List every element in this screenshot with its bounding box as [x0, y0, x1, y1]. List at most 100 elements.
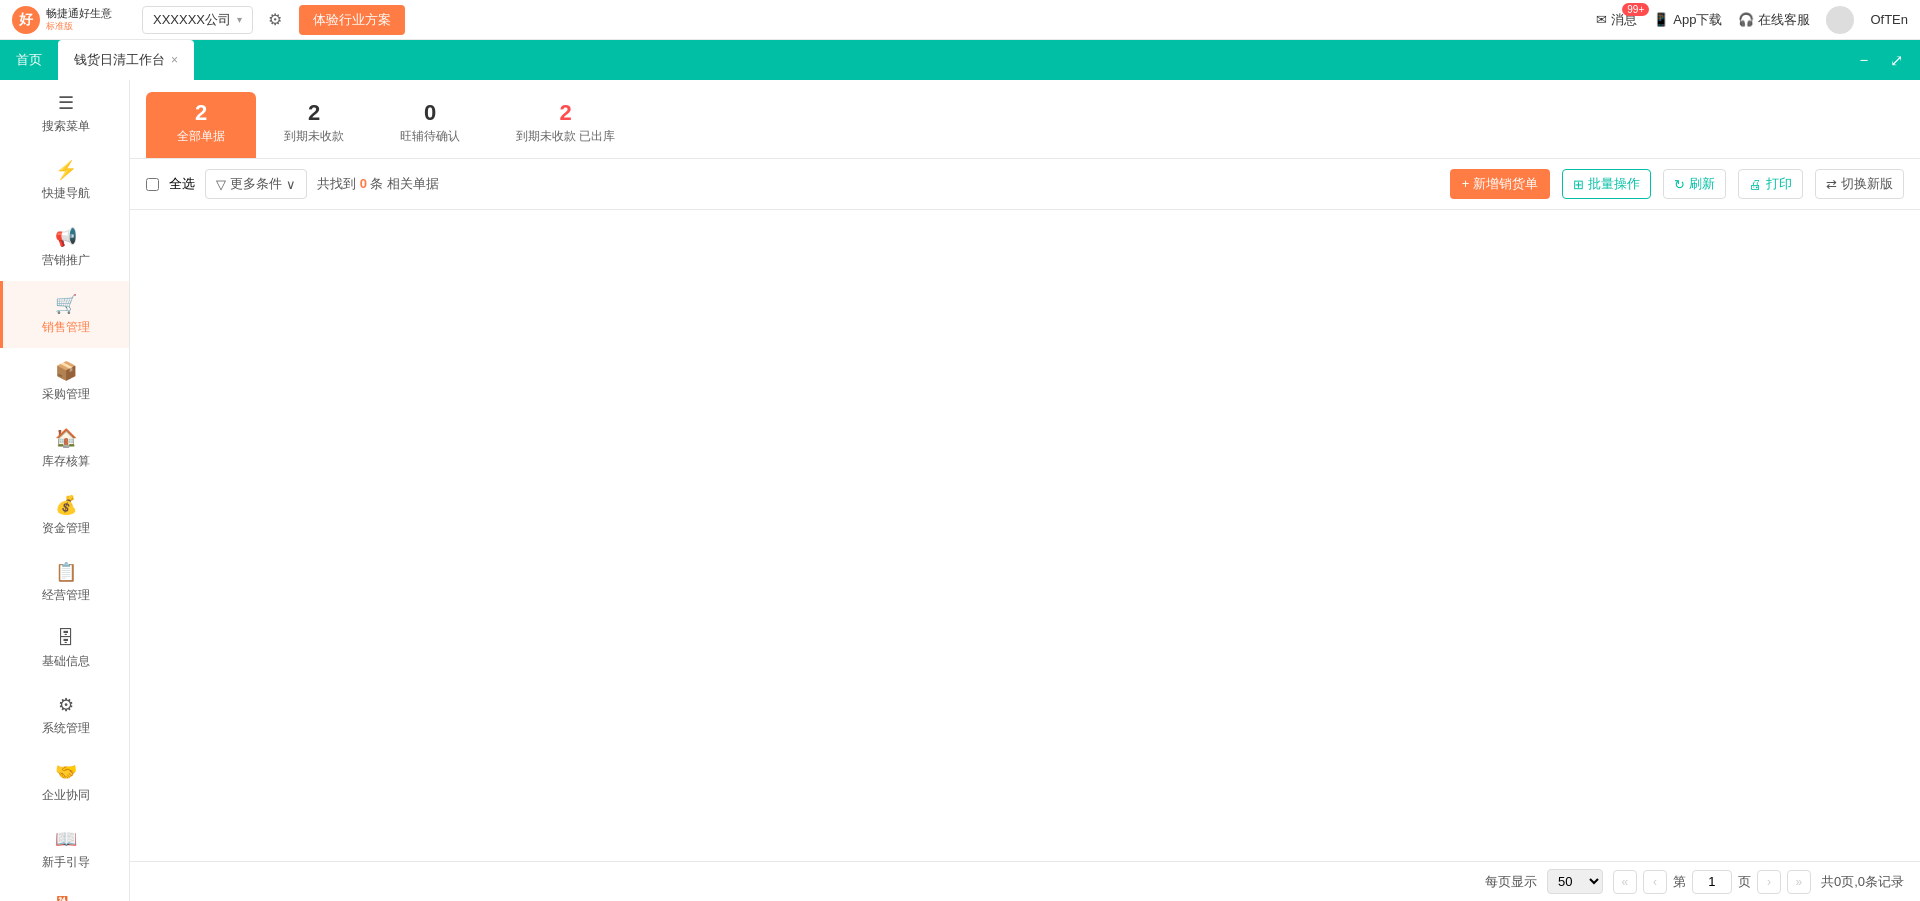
message-badge: 99+ — [1622, 3, 1649, 16]
sidebar-label-finance: 资金管理 — [42, 520, 90, 537]
system-icon: ⚙ — [58, 694, 74, 716]
sidebar-item-search-menu[interactable]: ☰ 搜索菜单 — [0, 80, 129, 147]
stat-tab-shipped[interactable]: 2 到期未收款 已出库 — [488, 92, 643, 158]
next-page-button[interactable]: › — [1757, 870, 1781, 894]
logo-text: 畅捷通好生意 标准版 — [46, 6, 112, 33]
found-num: 0 — [360, 176, 367, 191]
switch-label: 切换新版 — [1841, 175, 1893, 193]
add-order-button[interactable]: + 新增销货单 — [1450, 169, 1550, 199]
sidebar-item-purchase[interactable]: 📦 采购管理 — [0, 348, 129, 415]
sidebar-item-app-center[interactable]: 🏪 应用中心 — [0, 883, 129, 901]
sidebar-label-operation: 经营管理 — [42, 587, 90, 604]
tab-home[interactable]: 首页 — [0, 40, 58, 80]
select-all-label: 全选 — [169, 175, 195, 193]
tab-minimize-icon[interactable]: － — [1852, 48, 1876, 72]
filter-label: 更多条件 — [230, 175, 282, 193]
sidebar-item-marketing[interactable]: 📢 营销推广 — [0, 214, 129, 281]
batch-icon: ⊞ — [1573, 177, 1584, 192]
message-button[interactable]: ✉ 消息 99+ — [1596, 11, 1637, 29]
stat-label-pending: 旺辅待确认 — [400, 128, 460, 145]
top-header: 好 畅捷通好生意 标准版 XXXXXX公司 ▾ ⚙ 体验行业方案 ✉ 消息 99… — [0, 0, 1920, 40]
sidebar-label-enterprise: 企业协同 — [42, 787, 90, 804]
sidebar-item-operation[interactable]: 📋 经营管理 — [0, 549, 129, 616]
stat-num-pending: 0 — [424, 100, 436, 126]
last-page-button[interactable]: » — [1787, 870, 1811, 894]
guide-icon: 📖 — [55, 828, 77, 850]
filter-chevron-icon: ∨ — [286, 177, 296, 192]
footer: 每页显示 50 100 200 « ‹ 第 页 › » 共0页,0条记录 — [130, 861, 1920, 901]
sidebar-label-system: 系统管理 — [42, 720, 90, 737]
stat-tab-pending[interactable]: 0 旺辅待确认 — [372, 92, 488, 158]
page-label: 第 — [1673, 873, 1686, 891]
sidebar-item-guide[interactable]: 📖 新手引导 — [0, 816, 129, 883]
trial-button[interactable]: 体验行业方案 — [299, 5, 405, 35]
page-suffix: 页 — [1738, 873, 1751, 891]
sidebar-label-quick: 快捷导航 — [42, 185, 90, 202]
message-icon: ✉ — [1596, 12, 1607, 27]
stat-tab-all[interactable]: 2 全部单据 — [146, 92, 256, 158]
stat-num-shipped: 2 — [560, 100, 572, 126]
first-page-button[interactable]: « — [1613, 870, 1637, 894]
print-icon: 🖨 — [1749, 177, 1762, 192]
inventory-icon: 🏠 — [55, 427, 77, 449]
refresh-label: 刷新 — [1689, 175, 1715, 193]
filter-button[interactable]: ▽ 更多条件 ∨ — [205, 169, 307, 199]
tab-home-label: 首页 — [16, 51, 42, 69]
toolbar-right: + 新增销货单 ⊞ 批量操作 ↻ 刷新 🖨 打印 ⇄ 切换新版 — [1450, 169, 1904, 199]
tab-work[interactable]: 钱货日清工作台 × — [58, 40, 194, 80]
user-name[interactable]: OfTEn — [1870, 12, 1908, 27]
operation-icon: 📋 — [55, 561, 77, 583]
total-records: 共0页,0条记录 — [1821, 873, 1904, 891]
enterprise-icon: 🤝 — [55, 761, 77, 783]
avatar[interactable] — [1826, 6, 1854, 34]
logo-label: 畅捷通好生意 — [46, 6, 112, 20]
sales-icon: 🛒 — [55, 293, 77, 315]
refresh-icon: ↻ — [1674, 177, 1685, 192]
refresh-button[interactable]: ↻ 刷新 — [1663, 169, 1726, 199]
print-label: 打印 — [1766, 175, 1792, 193]
table-area — [130, 210, 1920, 861]
stat-label-all: 全部单据 — [177, 128, 225, 145]
sidebar-item-inventory[interactable]: 🏠 库存核算 — [0, 415, 129, 482]
tab-bar-actions: － ⤢ — [1852, 48, 1920, 72]
sidebar-item-sales[interactable]: 🛒 销售管理 — [0, 281, 129, 348]
basic-info-icon: 🗄 — [57, 628, 75, 649]
online-service-button[interactable]: 🎧 在线客服 — [1738, 11, 1810, 29]
per-page-label: 每页显示 — [1485, 873, 1537, 891]
sidebar-item-enterprise[interactable]: 🤝 企业协同 — [0, 749, 129, 816]
logo-icon: 好 — [12, 6, 40, 34]
stat-num-all: 2 — [195, 100, 207, 126]
sidebar-item-finance[interactable]: 💰 资金管理 — [0, 482, 129, 549]
sidebar-label-marketing: 营销推广 — [42, 252, 90, 269]
finance-icon: 💰 — [55, 494, 77, 516]
prev-page-button[interactable]: ‹ — [1643, 870, 1667, 894]
tab-maximize-icon[interactable]: ⤢ — [1884, 48, 1908, 72]
chevron-down-icon: ▾ — [237, 14, 242, 25]
stat-tab-overdue[interactable]: 2 到期未收款 — [256, 92, 372, 158]
sidebar-item-system[interactable]: ⚙ 系统管理 — [0, 682, 129, 749]
tab-bar: 首页 钱货日清工作台 × － ⤢ — [0, 40, 1920, 80]
select-all-checkbox[interactable] — [146, 178, 159, 191]
found-suffix: 条 相关单据 — [370, 176, 439, 191]
sidebar-label-search: 搜索菜单 — [42, 118, 90, 135]
header-right: ✉ 消息 99+ 📱 App下载 🎧 在线客服 OfTEn — [1596, 6, 1908, 34]
print-button[interactable]: 🖨 打印 — [1738, 169, 1803, 199]
settings-icon[interactable]: ⚙ — [261, 6, 289, 34]
sidebar-item-basic-info[interactable]: 🗄 基础信息 — [0, 616, 129, 682]
sidebar: ☰ 搜索菜单 ⚡ 快捷导航 📢 营销推广 🛒 销售管理 📦 采购管理 🏠 库存核… — [0, 80, 130, 901]
pagination: « ‹ 第 页 › » — [1613, 870, 1811, 894]
batch-button[interactable]: ⊞ 批量操作 — [1562, 169, 1651, 199]
per-page-select[interactable]: 50 100 200 — [1547, 869, 1603, 894]
company-selector[interactable]: XXXXXX公司 ▾ — [142, 6, 253, 34]
sidebar-item-quick-nav[interactable]: ⚡ 快捷导航 — [0, 147, 129, 214]
tab-close-icon[interactable]: × — [171, 53, 178, 67]
switch-version-button[interactable]: ⇄ 切换新版 — [1815, 169, 1904, 199]
app-download-button[interactable]: 📱 App下载 — [1653, 11, 1722, 29]
filter-icon: ▽ — [216, 177, 226, 192]
app-download-label: App下载 — [1673, 11, 1722, 29]
search-menu-icon: ☰ — [58, 92, 74, 114]
page-number-input[interactable] — [1692, 870, 1732, 894]
stat-num-overdue: 2 — [308, 100, 320, 126]
found-prefix: 共找到 — [317, 176, 356, 191]
download-icon: 📱 — [1653, 12, 1669, 27]
